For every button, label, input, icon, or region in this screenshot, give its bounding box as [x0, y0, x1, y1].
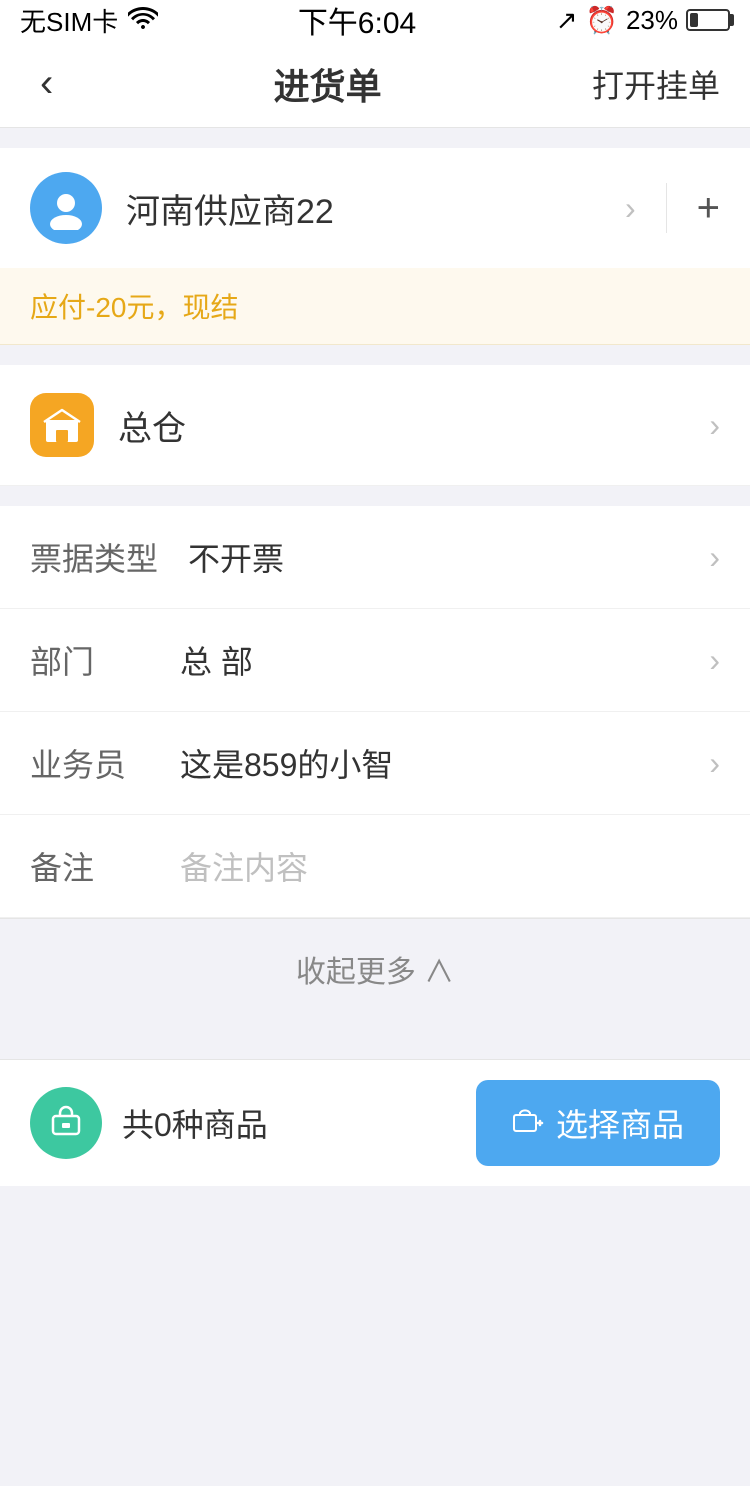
- department-value: 总 部: [180, 637, 709, 683]
- department-chevron-icon: ›: [709, 642, 720, 679]
- salesperson-value: 这是859的小智: [180, 740, 709, 786]
- salesperson-chevron-icon: ›: [709, 745, 720, 782]
- nav-bar: ‹ 进货单 打开挂单: [0, 40, 750, 128]
- warehouse-label: 总仓: [118, 401, 709, 450]
- battery-percent: 23%: [626, 5, 678, 36]
- open-pending-button[interactable]: 打开挂单: [592, 61, 720, 107]
- location-icon: ↗: [556, 5, 578, 36]
- bottom-bar: 共0种商品 选择商品: [0, 1059, 750, 1186]
- page-background: [0, 1186, 750, 1486]
- product-count: 共0种商品: [122, 1100, 476, 1146]
- status-right: ↗ ⏰ 23%: [556, 5, 730, 36]
- section-gap-3: [0, 486, 750, 506]
- status-time: 下午6:04: [298, 0, 416, 42]
- supplier-actions: › +: [625, 183, 720, 233]
- payment-notice: 应付-20元，现结: [0, 268, 750, 345]
- alarm-icon: ⏰: [586, 5, 618, 36]
- page-title: 进货单: [274, 58, 382, 110]
- department-label: 部门: [30, 637, 150, 683]
- back-button[interactable]: ‹: [30, 51, 63, 116]
- supplier-name: 河南供应商22: [126, 184, 625, 233]
- invoice-type-value: 不开票: [188, 534, 709, 580]
- supplier-avatar: [30, 172, 102, 244]
- supplier-row[interactable]: 河南供应商22 › +: [0, 148, 750, 268]
- warehouse-chevron-icon: ›: [709, 407, 720, 444]
- supplier-chevron-icon: ›: [625, 190, 636, 227]
- status-bar: 无SIM卡 下午6:04 ↗ ⏰ 23%: [0, 0, 750, 40]
- section-gap-1: [0, 128, 750, 148]
- warehouse-icon: [30, 393, 94, 457]
- invoice-chevron-icon: ›: [709, 539, 720, 576]
- add-supplier-button[interactable]: +: [697, 186, 720, 231]
- battery-icon: [686, 9, 730, 31]
- remark-label: 备注: [30, 843, 150, 889]
- select-product-button[interactable]: 选择商品: [476, 1080, 720, 1166]
- salesperson-row[interactable]: 业务员 这是859的小智 ›: [0, 712, 750, 815]
- product-cart-icon: [30, 1087, 102, 1159]
- wifi-icon: [128, 5, 158, 36]
- invoice-type-label: 票据类型: [30, 534, 158, 580]
- section-gap-4: [0, 1019, 750, 1039]
- section-gap-2: [0, 345, 750, 365]
- remark-row[interactable]: 备注 备注内容: [0, 815, 750, 918]
- invoice-type-row[interactable]: 票据类型 不开票 ›: [0, 506, 750, 609]
- warehouse-row[interactable]: 总仓 ›: [0, 365, 750, 486]
- supplier-section: 河南供应商22 › + 应付-20元，现结: [0, 148, 750, 345]
- salesperson-label: 业务员: [30, 740, 150, 786]
- form-section: 票据类型 不开票 › 部门 总 部 › 业务员 这是859的小智 › 备注 备注…: [0, 506, 750, 918]
- collapse-button[interactable]: 收起更多 ∧: [0, 918, 750, 1019]
- select-product-label: 选择商品: [556, 1100, 684, 1146]
- status-carrier: 无SIM卡: [20, 2, 158, 39]
- supplier-divider: [666, 183, 667, 233]
- remark-value[interactable]: 备注内容: [180, 843, 720, 889]
- department-row[interactable]: 部门 总 部 ›: [0, 609, 750, 712]
